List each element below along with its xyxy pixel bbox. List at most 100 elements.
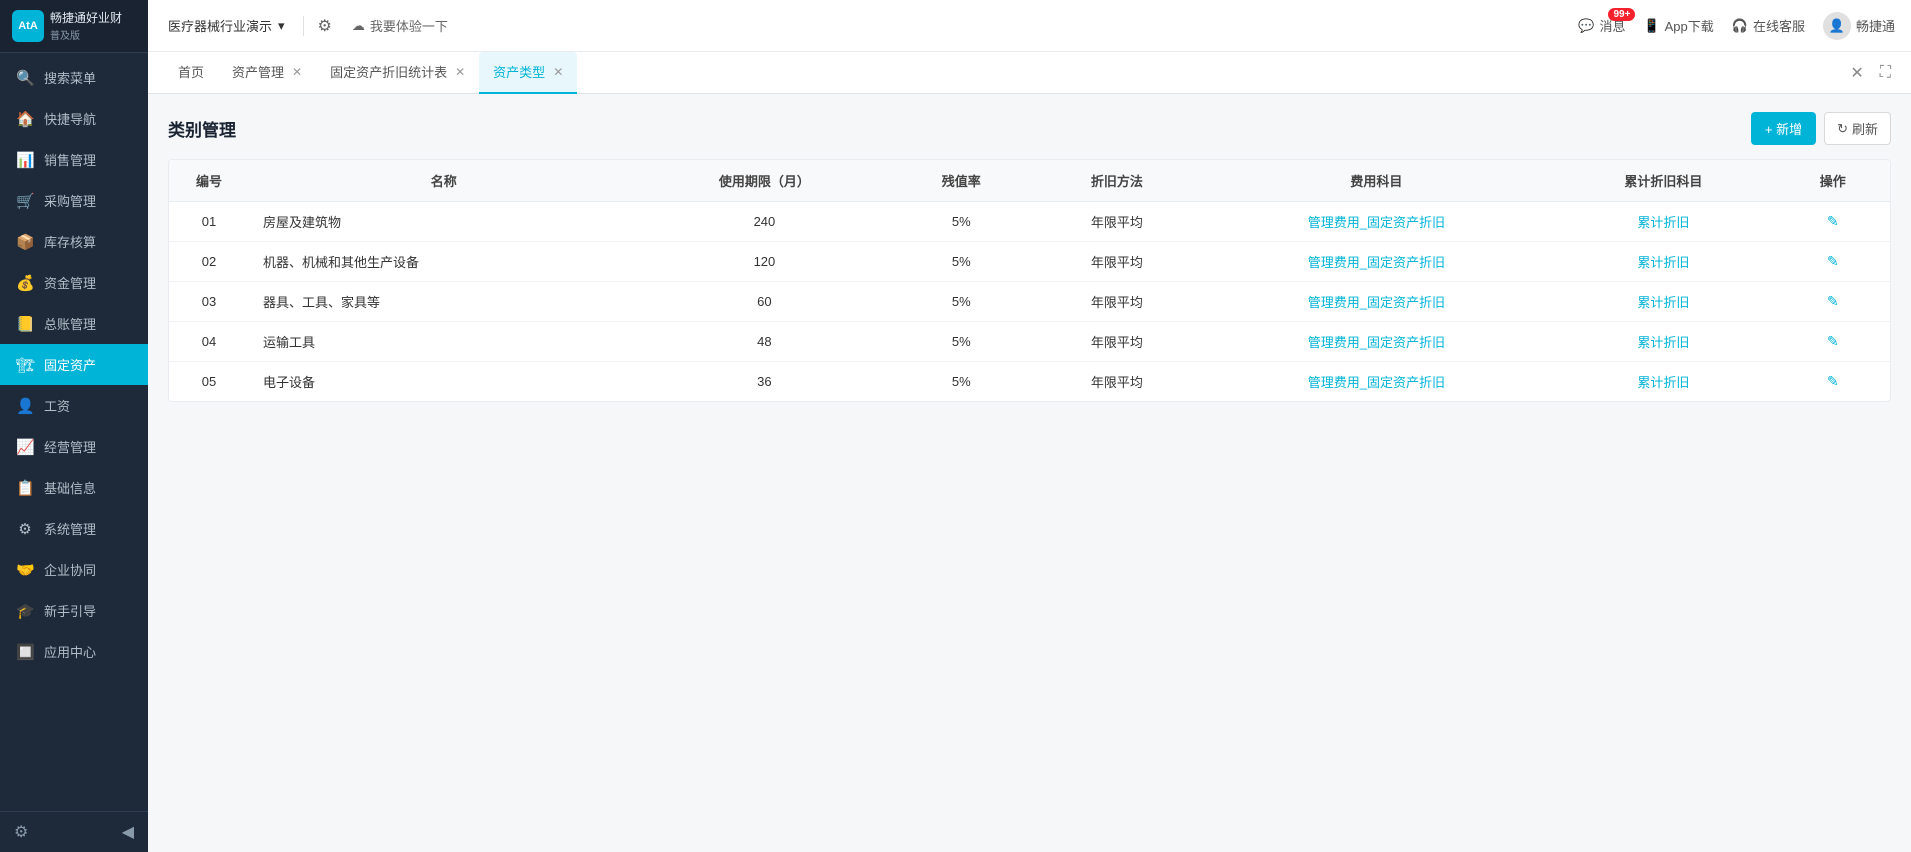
sidebar-item-fixed[interactable]: 🏗固定资产 <box>0 344 148 385</box>
refresh-button[interactable]: ↻ 刷新 <box>1824 112 1891 145</box>
collapse-icon[interactable]: ◀ <box>122 822 134 842</box>
code-cell-row-0: 01 <box>169 202 249 242</box>
sidebar-item-basic[interactable]: 📋 基础信息 <box>0 467 148 508</box>
edit-icon-row-3[interactable]: ✎ <box>1827 333 1839 349</box>
messages-btn[interactable]: 💬 消息 99+ <box>1578 16 1625 35</box>
sidebar-label-search: 搜索菜单 <box>44 68 96 87</box>
edit-icon-row-0[interactable]: ✎ <box>1827 213 1839 229</box>
code-cell-row-2: 03 <box>169 282 249 322</box>
tab-assets-mgmt[interactable]: 资产管理 ✕ <box>218 52 316 94</box>
sidebar-icon-guide: 🎓 <box>16 602 34 620</box>
sidebar-item-purchase[interactable]: 🛒采购管理 <box>0 180 148 221</box>
sidebar-icon-ledger: 📒 <box>16 315 34 333</box>
category-table: 编号名称使用期限（月）残值率折旧方法费用科目累计折旧科目操作 01房屋及建筑物2… <box>169 160 1890 401</box>
tab-label-assets-mgmt: 资产管理 <box>232 62 284 81</box>
accum-cell-row-1[interactable]: 累计折旧 <box>1551 242 1775 282</box>
expense-cell-row-0[interactable]: 管理费用_固定资产折旧 <box>1202 202 1552 242</box>
sidebar-item-guide[interactable]: 🎓新手引导 <box>0 590 148 631</box>
method-cell-row-1: 年限平均 <box>1032 242 1201 282</box>
sidebar-item-search[interactable]: 🔍 搜索菜单 <box>0 57 148 98</box>
sidebar-item-collab[interactable]: 🤝企业协同 <box>0 549 148 590</box>
sidebar-label-sales: 销售管理 <box>44 150 96 169</box>
trial-btn[interactable]: ☁ 我要体验一下 <box>352 16 448 35</box>
action-cell-row-3[interactable]: ✎ <box>1776 322 1890 362</box>
period-cell-row-2: 60 <box>638 282 890 322</box>
sidebar-label-capital: 资金管理 <box>44 273 96 292</box>
table-row: 05电子设备365%年限平均管理费用_固定资产折旧累计折旧✎ <box>169 362 1890 402</box>
name-cell-row-4: 电子设备 <box>249 362 638 402</box>
sidebar-label-system: 系统管理 <box>44 519 96 538</box>
sidebar-icon-salary: 👤 <box>16 397 34 415</box>
expense-cell-row-4[interactable]: 管理费用_固定资产折旧 <box>1202 362 1552 402</box>
avatar: 👤 <box>1823 12 1851 40</box>
sidebar-icon-search: 🔍 <box>16 69 34 87</box>
tab-fixed-stats[interactable]: 固定资产折旧统计表✕ <box>316 52 479 94</box>
tab-close-fixed-stats[interactable]: ✕ <box>455 65 465 79</box>
period-cell-row-3: 48 <box>638 322 890 362</box>
edit-icon-row-4[interactable]: ✎ <box>1827 373 1839 389</box>
residual-cell-row-1: 5% <box>890 242 1032 282</box>
sidebar-item-inventory[interactable]: 📦库存核算 <box>0 221 148 262</box>
accum-cell-row-2[interactable]: 累计折旧 <box>1551 282 1775 322</box>
action-cell-row-0[interactable]: ✎ <box>1776 202 1890 242</box>
method-cell-row-0: 年限平均 <box>1032 202 1201 242</box>
sidebar-icon-capital: 💰 <box>16 274 34 292</box>
app-download-btn[interactable]: 📱 App下载 <box>1643 16 1713 35</box>
new-button[interactable]: + 新增 <box>1751 112 1816 145</box>
code-cell-row-1: 02 <box>169 242 249 282</box>
expense-cell-row-2[interactable]: 管理费用_固定资产折旧 <box>1202 282 1552 322</box>
sidebar-icon-sales: 📊 <box>16 151 34 169</box>
logo-icon: AtA <box>12 10 44 42</box>
table-row: 01房屋及建筑物2405%年限平均管理费用_固定资产折旧累计折旧✎ <box>169 202 1890 242</box>
method-cell-row-4: 年限平均 <box>1032 362 1201 402</box>
tab-home[interactable]: 首页 <box>164 52 218 94</box>
trial-label: 我要体验一下 <box>370 16 448 35</box>
table-row: 04运输工具485%年限平均管理费用_固定资产折旧累计折旧✎ <box>169 322 1890 362</box>
demo-selector[interactable]: 医疗器械行业演示 ▾ <box>160 12 293 39</box>
expense-cell-row-1[interactable]: 管理费用_固定资产折旧 <box>1202 242 1552 282</box>
online-service-btn[interactable]: 🎧 在线客服 <box>1732 16 1805 35</box>
action-cell-row-2[interactable]: ✎ <box>1776 282 1890 322</box>
residual-cell-row-2: 5% <box>890 282 1032 322</box>
gear-icon[interactable]: ⚙ <box>314 12 336 40</box>
tab-close-asset-types[interactable]: ✕ <box>553 65 563 79</box>
sidebar-icon-fixed: 🏗 <box>16 356 34 374</box>
accum-cell-row-3[interactable]: 累计折旧 <box>1551 322 1775 362</box>
sidebar-item-ledger[interactable]: 📒总账管理 <box>0 303 148 344</box>
edit-icon-row-2[interactable]: ✎ <box>1827 293 1839 309</box>
sidebar-item-system[interactable]: ⚙系统管理 <box>0 508 148 549</box>
sidebar-icon-basic: 📋 <box>16 479 34 497</box>
col-header-费用科目: 费用科目 <box>1202 160 1552 202</box>
action-cell-row-1[interactable]: ✎ <box>1776 242 1890 282</box>
sidebar-item-apps[interactable]: 🔲应用中心 <box>0 631 148 672</box>
message-icon: 💬 <box>1578 18 1594 34</box>
user-btn[interactable]: 👤 畅捷通 <box>1823 12 1895 40</box>
logo-badge: 普及版 <box>50 27 122 42</box>
accum-cell-row-4[interactable]: 累计折旧 <box>1551 362 1775 402</box>
edit-icon-row-1[interactable]: ✎ <box>1827 253 1839 269</box>
expense-cell-row-3[interactable]: 管理费用_固定资产折旧 <box>1202 322 1552 362</box>
sidebar-item-ops[interactable]: 📈经营管理 <box>0 426 148 467</box>
tab-asset-types[interactable]: 资产类型✕ <box>479 52 577 94</box>
action-cell-row-4[interactable]: ✎ <box>1776 362 1890 402</box>
table-row: 02机器、机械和其他生产设备1205%年限平均管理费用_固定资产折旧累计折旧✎ <box>169 242 1890 282</box>
sidebar-label-basic: 基础信息 <box>44 478 96 497</box>
name-cell-row-2: 器具、工具、家具等 <box>249 282 638 322</box>
accum-cell-row-0[interactable]: 累计折旧 <box>1551 202 1775 242</box>
sidebar-label-purchase: 采购管理 <box>44 191 96 210</box>
sidebar-icon-collab: 🤝 <box>16 561 34 579</box>
settings-icon[interactable]: ⚙ <box>14 822 28 842</box>
sidebar-item-salary[interactable]: 👤工资 <box>0 385 148 426</box>
sidebar-icon-inventory: 📦 <box>16 233 34 251</box>
refresh-icon: ↻ <box>1837 121 1848 137</box>
method-cell-row-3: 年限平均 <box>1032 322 1201 362</box>
service-icon: 🎧 <box>1732 18 1748 34</box>
col-header-使用期限（月）: 使用期限（月） <box>638 160 890 202</box>
tab-close-assets-mgmt[interactable]: ✕ <box>292 65 302 79</box>
sidebar-item-sales[interactable]: 📊 销售管理 <box>0 139 148 180</box>
tab-expand-btn[interactable]: ⛶ <box>1876 62 1895 84</box>
sidebar-item-quicknav[interactable]: 🏠快捷导航 <box>0 98 148 139</box>
tab-close-all-btn[interactable]: ✕ <box>1846 61 1867 85</box>
sidebar-item-capital[interactable]: 💰 资金管理 <box>0 262 148 303</box>
table-row: 03器具、工具、家具等605%年限平均管理费用_固定资产折旧累计折旧✎ <box>169 282 1890 322</box>
